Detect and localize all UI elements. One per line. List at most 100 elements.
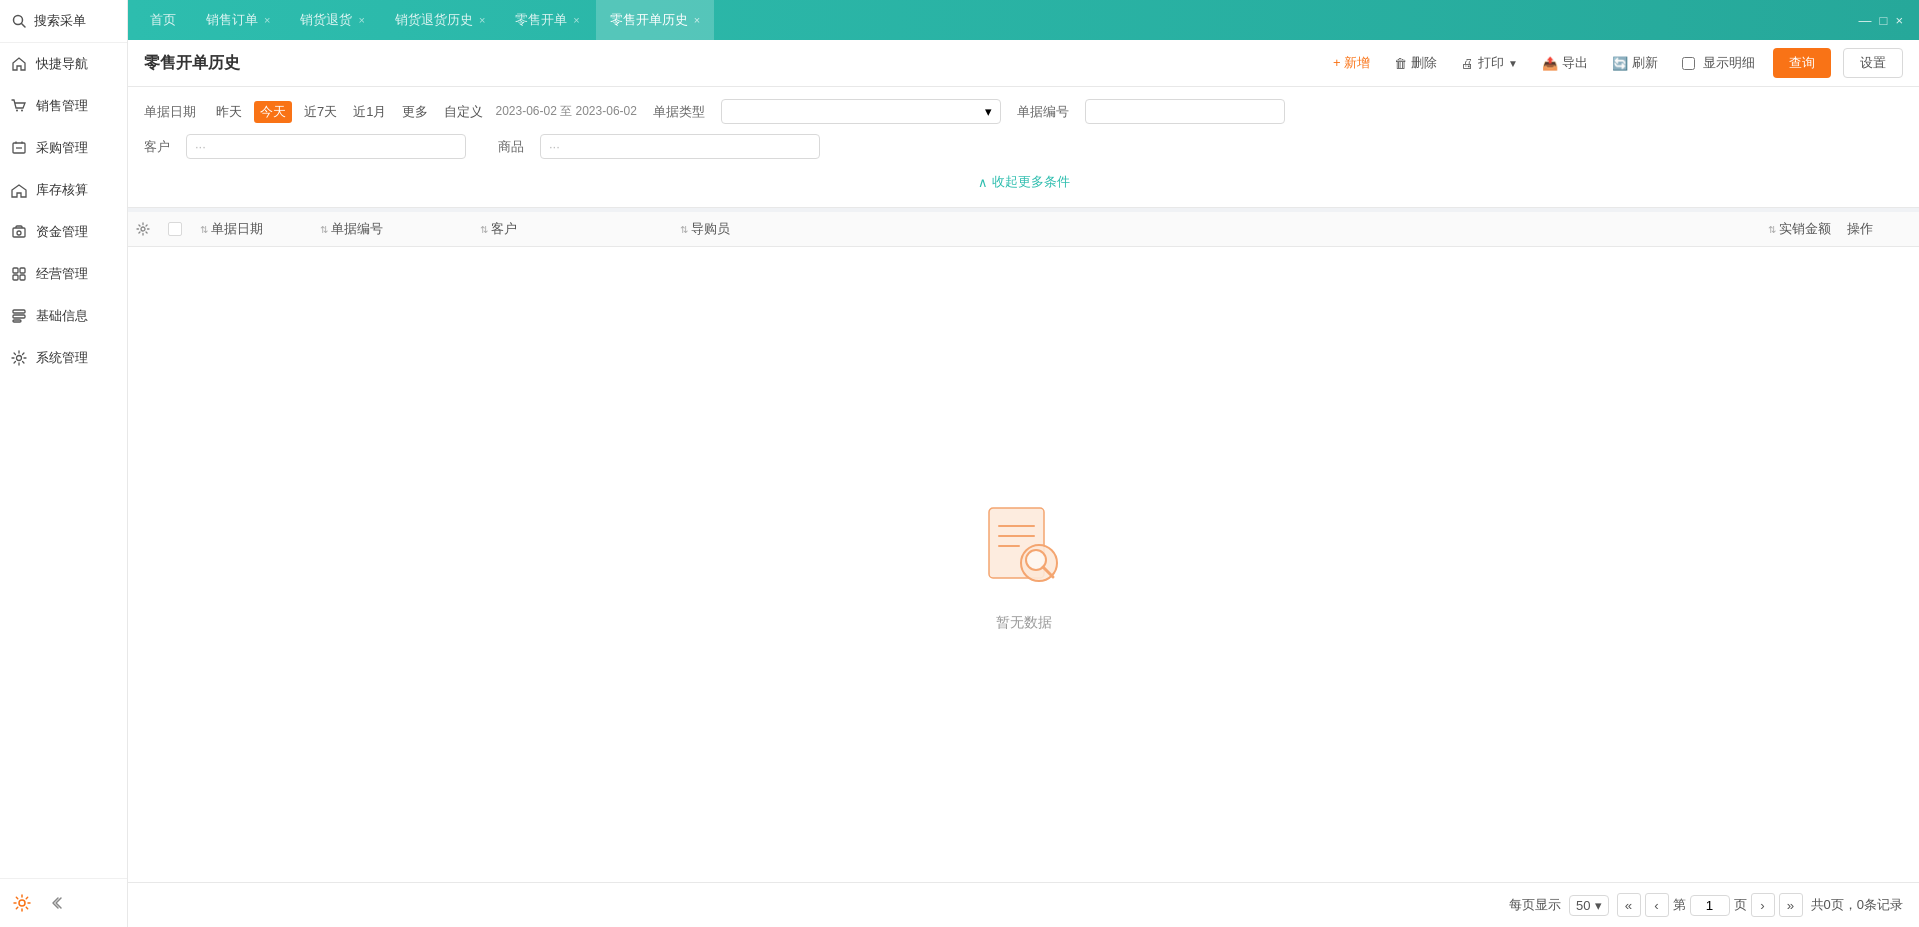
export-button[interactable]: 📤 导出 (1536, 50, 1594, 76)
date-btn-yesterday[interactable]: 昨天 (212, 101, 246, 123)
col-customer-label: 客户 (491, 220, 517, 238)
date-btn-more[interactable]: 更多 (398, 101, 432, 123)
customer-label: 客户 (144, 138, 170, 156)
date-btn-last1month[interactable]: 近1月 (349, 101, 390, 123)
tab-home[interactable]: 首页 (136, 0, 190, 40)
doc-type-dropdown-icon: ▾ (985, 104, 992, 119)
window-maximize[interactable]: □ (1880, 13, 1888, 28)
date-btn-today[interactable]: 今天 (254, 101, 292, 123)
print-button[interactable]: 🖨 打印 ▼ (1455, 50, 1524, 76)
filter-row-2: 客户 ··· 商品 ··· (144, 134, 1903, 159)
customer-dots: ··· (195, 139, 206, 154)
page-first-btn[interactable]: « (1617, 893, 1641, 917)
sidebar-item-sales-mgmt[interactable]: 销售管理 (0, 85, 127, 127)
col-date[interactable]: ⇅ 单据日期 (192, 212, 312, 246)
page-input[interactable] (1690, 895, 1730, 916)
col-customer[interactable]: ⇅ 客户 (472, 212, 672, 246)
refresh-button[interactable]: 🔄 刷新 (1606, 50, 1664, 76)
svg-point-15 (17, 356, 22, 361)
sidebar-item-base-info[interactable]: 基础信息 (0, 295, 127, 337)
tab-sales-return-history-close[interactable]: × (479, 14, 485, 26)
col-checkbox[interactable] (160, 212, 192, 246)
doc-type-select[interactable]: ▾ (721, 99, 1001, 124)
date-btn-custom[interactable]: 自定义 (440, 101, 487, 123)
sidebar-item-sys-mgmt[interactable]: 系统管理 (0, 337, 127, 379)
svg-point-16 (19, 900, 25, 906)
per-page-select[interactable]: 50 ▾ (1569, 895, 1608, 916)
sidebar-item-operations[interactable]: 经营管理 (0, 253, 127, 295)
tab-sales-return-close[interactable]: × (358, 14, 364, 26)
print-label: 打印 (1478, 54, 1504, 72)
table-header: ⇅ 单据日期 ⇅ 单据编号 ⇅ 客户 ⇅ 导购员 ⇅ 实销金额 操作 (128, 212, 1919, 247)
tab-sales-return-label: 销货退货 (300, 11, 352, 29)
sidebar-item-quick-nav[interactable]: 快捷导航 (0, 43, 127, 85)
tab-retail-open[interactable]: 零售开单 × (501, 0, 593, 40)
svg-point-2 (16, 110, 18, 112)
tab-sales-order[interactable]: 销售订单 × (192, 0, 284, 40)
page-suffix: 页 (1734, 896, 1747, 914)
query-button[interactable]: 查询 (1773, 48, 1831, 78)
tab-sales-return-history[interactable]: 销货退货历史 × (381, 0, 499, 40)
delete-button[interactable]: 🗑 删除 (1388, 50, 1443, 76)
page-title: 零售开单历史 (144, 53, 240, 74)
page-nav: « ‹ 第 页 › » (1617, 893, 1803, 917)
empty-state: 暂无数据 (128, 247, 1919, 882)
col-amount-label: 实销金额 (1779, 220, 1831, 238)
tab-retail-open-close[interactable]: × (573, 14, 579, 26)
display-detail-checkbox[interactable]: 显示明细 (1676, 50, 1761, 76)
window-close[interactable]: × (1895, 13, 1903, 28)
col-amount[interactable]: ⇅ 实销金额 (1719, 212, 1839, 246)
sidebar-item-label: 快捷导航 (36, 55, 88, 73)
sidebar-search[interactable]: 搜索采单 (0, 0, 127, 43)
per-page-dropdown-icon: ▾ (1595, 898, 1602, 913)
sys-settings-icon (10, 349, 28, 367)
setting-button[interactable]: 设置 (1843, 48, 1903, 78)
page-next-btn[interactable]: › (1751, 893, 1775, 917)
filter-area: 单据日期 昨天 今天 近7天 近1月 更多 自定义 2023-06-02 至 2… (128, 87, 1919, 208)
tab-retail-history[interactable]: 零售开单历史 × (596, 0, 714, 40)
col-spacer (792, 212, 1719, 246)
collapse-label: 收起更多条件 (992, 173, 1070, 191)
add-button[interactable]: + 新增 (1327, 50, 1376, 76)
sidebar-item-label: 系统管理 (36, 349, 88, 367)
customer-input[interactable]: ··· (186, 134, 466, 159)
col-settings[interactable] (128, 212, 160, 246)
date-btn-last7[interactable]: 近7天 (300, 101, 341, 123)
svg-rect-13 (13, 315, 25, 318)
select-all-checkbox[interactable] (168, 222, 182, 236)
sidebar-item-label: 采购管理 (36, 139, 88, 157)
tab-retail-open-label: 零售开单 (515, 11, 567, 29)
svg-point-7 (17, 231, 21, 235)
topbar-right: — □ × (1859, 13, 1911, 28)
total-info: 共0页，0条记录 (1811, 896, 1903, 914)
col-guide-label: 导购员 (691, 220, 730, 238)
tab-sales-order-close[interactable]: × (264, 14, 270, 26)
empty-text: 暂无数据 (996, 614, 1052, 632)
window-minimize[interactable]: — (1859, 13, 1872, 28)
bottom-settings-icon[interactable] (10, 891, 34, 915)
sidebar-item-finance[interactable]: 资金管理 (0, 211, 127, 253)
tab-retail-history-close[interactable]: × (694, 14, 700, 26)
product-input[interactable]: ··· (540, 134, 820, 159)
tab-home-label: 首页 (150, 11, 176, 29)
sidebar-item-inventory[interactable]: 库存核算 (0, 169, 127, 211)
product-label: 商品 (498, 138, 524, 156)
product-dots: ··· (549, 139, 560, 154)
doc-no-input[interactable] (1085, 99, 1285, 124)
svg-rect-12 (13, 310, 25, 313)
date-label: 单据日期 (144, 103, 196, 121)
page-last-btn[interactable]: » (1779, 893, 1803, 917)
add-label: + 新增 (1333, 54, 1370, 72)
collapse-sidebar-icon[interactable] (44, 891, 68, 915)
col-guide[interactable]: ⇅ 导购员 (672, 212, 792, 246)
sidebar-item-purchase-mgmt[interactable]: 采购管理 (0, 127, 127, 169)
col-doc-no-label: 单据编号 (331, 220, 383, 238)
collapse-bar[interactable]: ∧ 收起更多条件 (144, 169, 1903, 195)
col-action: 操作 (1839, 212, 1919, 246)
display-label: 显示明细 (1703, 54, 1755, 72)
tab-sales-return-history-label: 销货退货历史 (395, 11, 473, 29)
page-prev-btn[interactable]: ‹ (1645, 893, 1669, 917)
display-checkbox-input[interactable] (1682, 57, 1695, 70)
tab-sales-return[interactable]: 销货退货 × (286, 0, 378, 40)
col-doc-no[interactable]: ⇅ 单据编号 (312, 212, 472, 246)
